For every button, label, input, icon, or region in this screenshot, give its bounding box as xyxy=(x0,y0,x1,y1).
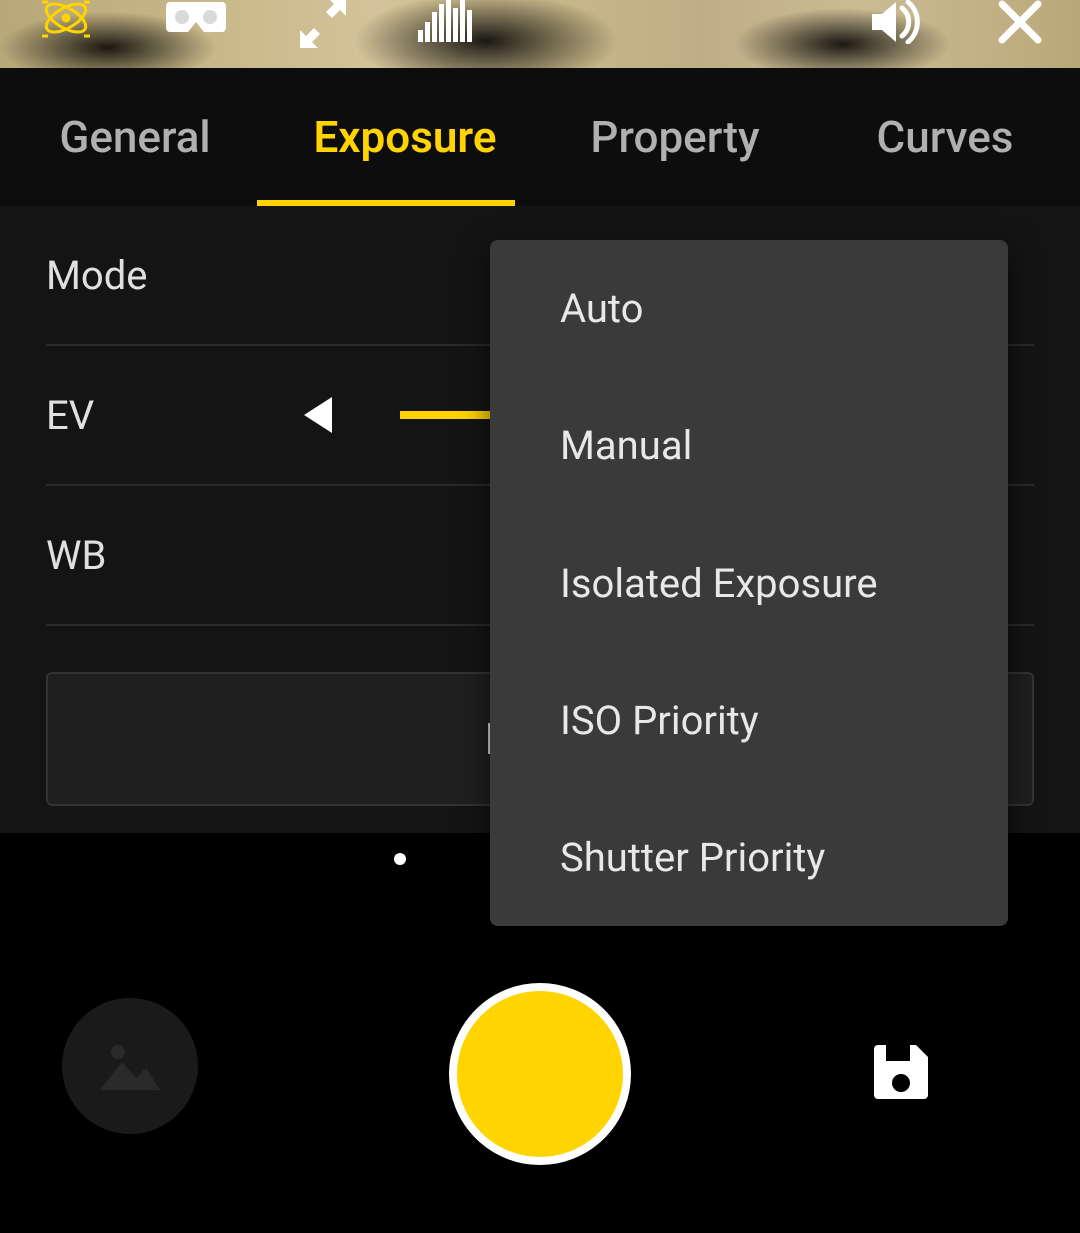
histogram-icon[interactable] xyxy=(418,0,476,42)
tab-general[interactable]: General xyxy=(0,71,270,203)
vr-headset-icon[interactable] xyxy=(164,0,228,38)
wb-label: WB xyxy=(46,532,106,579)
tab-curves[interactable]: Curves xyxy=(810,71,1080,203)
tab-exposure[interactable]: Exposure xyxy=(270,71,540,203)
save-icon xyxy=(872,1043,930,1101)
shutter-button[interactable] xyxy=(449,983,631,1165)
ev-label: EV xyxy=(46,392,94,439)
active-mode-indicator xyxy=(394,853,406,865)
camera-preview-strip xyxy=(0,0,1080,68)
mode-option-isolated-exposure[interactable]: Isolated Exposure xyxy=(490,514,1008,651)
mode-option-manual[interactable]: Manual xyxy=(490,377,1008,514)
tab-property[interactable]: Property xyxy=(540,71,810,203)
close-icon[interactable] xyxy=(998,0,1042,44)
settings-tabs: General Exposure Property Curves xyxy=(0,68,1080,206)
volume-icon[interactable] xyxy=(872,0,928,44)
mode-dropdown: Auto Manual Isolated Exposure ISO Priori… xyxy=(490,240,1008,926)
compress-icon[interactable] xyxy=(298,0,348,50)
gallery-icon xyxy=(96,1038,164,1094)
save-button[interactable] xyxy=(872,1043,930,1105)
mode-option-iso-priority[interactable]: ISO Priority xyxy=(490,652,1008,789)
atom-icon[interactable] xyxy=(38,0,94,40)
ev-decrease-arrow[interactable] xyxy=(304,397,332,433)
mode-option-auto[interactable]: Auto xyxy=(490,240,1008,377)
active-tab-underline xyxy=(257,200,515,206)
gallery-button[interactable] xyxy=(62,998,198,1134)
capture-bar xyxy=(0,933,1080,1233)
mode-label: Mode xyxy=(46,252,148,299)
mode-option-shutter-priority[interactable]: Shutter Priority xyxy=(490,789,1008,926)
